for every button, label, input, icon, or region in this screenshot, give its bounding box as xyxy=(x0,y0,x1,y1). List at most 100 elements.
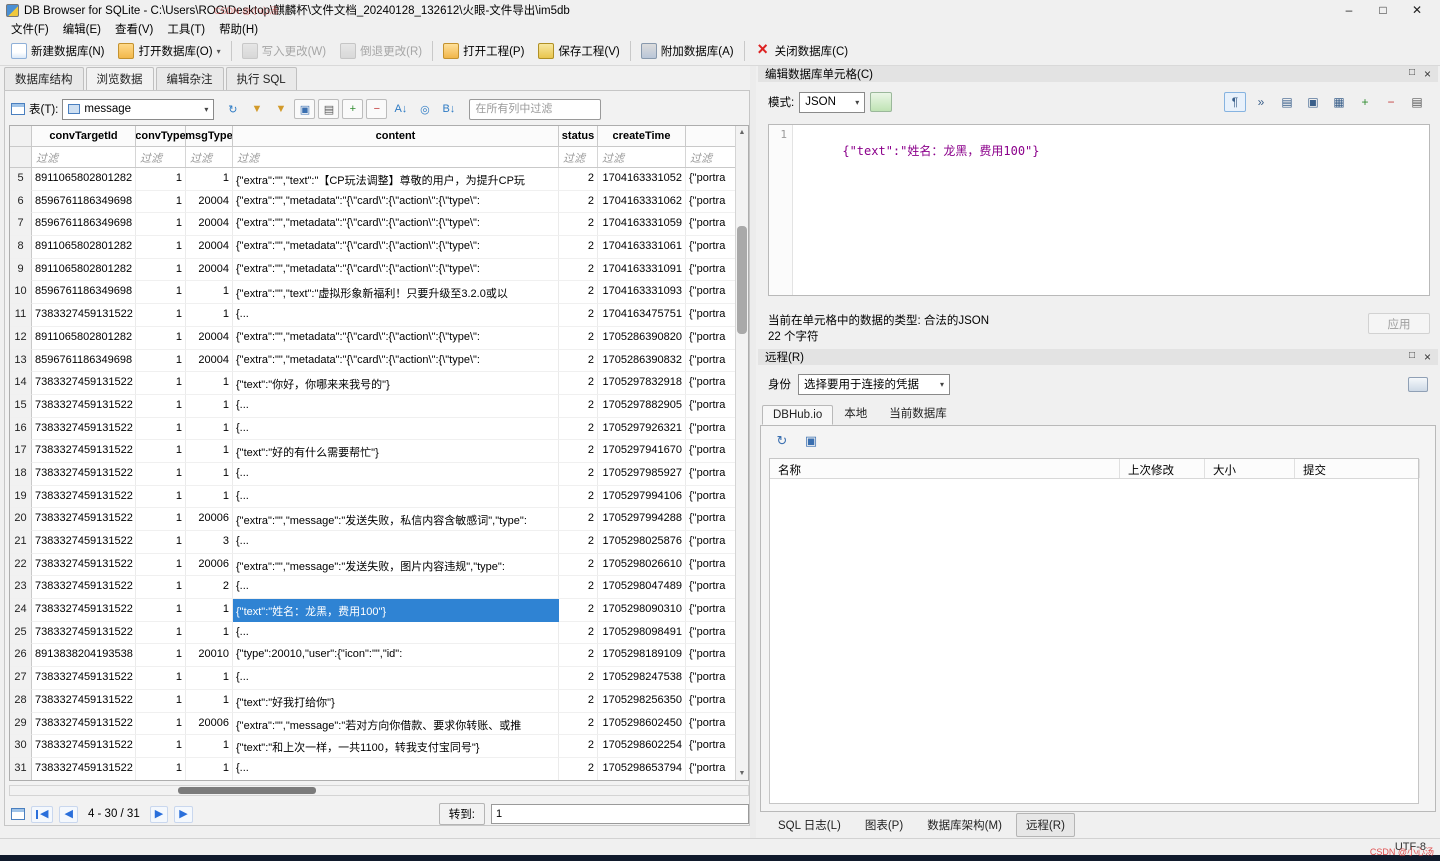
cell-convType[interactable]: 1 xyxy=(136,304,186,327)
cell-convType[interactable]: 1 xyxy=(136,190,186,214)
apply-button[interactable]: 应用 xyxy=(1368,313,1430,334)
cell-extra[interactable]: {"portra xyxy=(686,168,735,191)
cell-convType[interactable]: 1 xyxy=(136,417,186,441)
table-row[interactable]: 28 7383327459131522 1 1 {"text":"好我打给你"} 2 170… xyxy=(10,689,735,713)
attach-database-button[interactable]: 附加数据库(A) xyxy=(634,40,741,62)
sort-desc-icon[interactable]: B↓ xyxy=(438,99,459,119)
cell-convTargetId[interactable]: 7383327459131522 xyxy=(32,599,136,622)
filter-all-input[interactable] xyxy=(469,98,602,120)
cell-convTargetId[interactable]: 8596761186349698 xyxy=(32,281,136,305)
cell-convTargetId[interactable]: 7383327459131522 xyxy=(32,735,136,758)
cell-convTargetId[interactable]: 7383327459131522 xyxy=(32,304,136,327)
dock-tab-remote[interactable]: 远程(R) xyxy=(1015,813,1075,837)
cell-createTime[interactable]: 1705297882905 xyxy=(598,394,686,418)
float-panel-icon[interactable] xyxy=(1409,351,1415,364)
cell-content[interactable]: {... xyxy=(233,485,559,509)
cell-status[interactable]: 2 xyxy=(559,689,598,713)
cell-status[interactable]: 2 xyxy=(559,508,598,531)
refresh-icon[interactable]: ↻ xyxy=(222,99,243,119)
table-row[interactable]: 18 7383327459131522 1 1 {... 2 1705297985927 {"… xyxy=(10,462,735,486)
cell-convType[interactable]: 1 xyxy=(136,712,186,736)
table-row[interactable]: 13 8596761186349698 1 20004 {"extra":"","met… xyxy=(10,349,735,373)
table-row[interactable]: 25 7383327459131522 1 1 {... 2 1705298098491 {"… xyxy=(10,621,735,645)
cell-status[interactable]: 2 xyxy=(559,213,598,237)
cell-msgType[interactable]: 1 xyxy=(186,689,233,713)
cell-content[interactable]: {... xyxy=(233,462,559,486)
cell-status[interactable]: 2 xyxy=(559,304,598,327)
cell-msgType[interactable]: 20004 xyxy=(186,326,233,350)
cell-status[interactable]: 2 xyxy=(559,236,598,259)
scroll-down-icon[interactable] xyxy=(736,767,748,780)
cell-status[interactable]: 2 xyxy=(559,168,598,191)
cell-convTargetId[interactable]: 7383327459131522 xyxy=(32,553,136,577)
cell-convTargetId[interactable]: 7383327459131522 xyxy=(32,531,136,554)
menu-file[interactable]: 文件(F) xyxy=(4,20,56,38)
table-row[interactable]: 19 7383327459131522 1 1 {... 2 1705297994106 {"… xyxy=(10,485,735,509)
cell-status[interactable]: 2 xyxy=(559,190,598,214)
table-row[interactable]: 14 7383327459131522 1 1 {"text":"你好，你哪来来我号的"… xyxy=(10,372,735,395)
table-row[interactable]: 5 8911065802801282 1 1 {"extra":"","text":"【… xyxy=(10,168,735,191)
cell-convTargetId[interactable]: 7383327459131522 xyxy=(32,712,136,736)
cell-convTargetId[interactable]: 8911065802801282 xyxy=(32,326,136,350)
cell-convTargetId[interactable]: 7383327459131522 xyxy=(32,485,136,509)
cell-createTime[interactable]: 1705298098491 xyxy=(598,621,686,645)
cell-convType[interactable]: 1 xyxy=(136,326,186,350)
table-row[interactable]: 17 7383327459131522 1 1 {"text":"好的有什么需要帮忙"}… xyxy=(10,440,735,463)
delete-record-icon[interactable]: − xyxy=(366,99,388,119)
cell-createTime[interactable]: 1705297832918 xyxy=(598,372,686,395)
open-database-button[interactable]: 打开数据库(O) xyxy=(111,40,227,62)
table-row[interactable]: 12 8911065802801282 1 20004 {"extra":"","met… xyxy=(10,326,735,350)
cell-convType[interactable]: 1 xyxy=(136,236,186,259)
copy-cell-icon[interactable]: ▣ xyxy=(1302,92,1324,112)
cell-convType[interactable]: 1 xyxy=(136,508,186,531)
cell-convType[interactable]: 1 xyxy=(136,440,186,463)
column-header-content[interactable]: content xyxy=(233,126,559,146)
cell-extra[interactable]: {"portra xyxy=(686,644,735,668)
cell-status[interactable]: 2 xyxy=(559,281,598,305)
cell-msgType[interactable]: 3 xyxy=(186,531,233,554)
cell-content[interactable]: {... xyxy=(233,576,559,600)
cell-createTime[interactable]: 1705298256350 xyxy=(598,689,686,713)
cell-convTargetId[interactable]: 7383327459131522 xyxy=(32,689,136,713)
cell-convTargetId[interactable]: 8913838204193538 xyxy=(32,644,136,668)
cell-content[interactable]: {"extra":"","metadata":"{\"card\":{\"act… xyxy=(233,258,559,282)
insert-record-icon[interactable]: + xyxy=(342,99,364,119)
cell-status[interactable]: 2 xyxy=(559,644,598,668)
cell-extra[interactable]: {"portra xyxy=(686,667,735,690)
cell-status[interactable]: 2 xyxy=(559,349,598,373)
credentials-icon[interactable] xyxy=(1408,376,1428,392)
filter-input-convTargetId[interactable]: 过滤 xyxy=(32,147,136,167)
table-row[interactable]: 20 7383327459131522 1 20006 {"extra":"","mes… xyxy=(10,508,735,531)
vertical-scrollbar-thumb[interactable] xyxy=(737,226,747,334)
cell-convType[interactable]: 1 xyxy=(136,213,186,237)
clone-database-icon[interactable]: ▣ xyxy=(800,431,822,451)
cell-status[interactable]: 2 xyxy=(559,372,598,395)
cell-convTargetId[interactable]: 7383327459131522 xyxy=(32,508,136,531)
cell-convType[interactable]: 1 xyxy=(136,168,186,191)
cell-msgType[interactable]: 20006 xyxy=(186,508,233,531)
column-header-convType[interactable]: convType xyxy=(136,126,186,146)
horizontal-scrollbar-thumb[interactable] xyxy=(178,787,316,794)
revert-changes-button[interactable]: 倒退更改(R) xyxy=(333,40,429,62)
cell-convTargetId[interactable]: 7383327459131522 xyxy=(32,394,136,418)
cell-convType[interactable]: 1 xyxy=(136,667,186,690)
cell-convTargetId[interactable]: 8911065802801282 xyxy=(32,168,136,191)
remote-tab-dbhub[interactable]: DBHub.io xyxy=(762,405,834,425)
cell-content[interactable]: {"extra":"","metadata":"{\"card\":{\"act… xyxy=(233,236,559,259)
cell-msgType[interactable]: 1 xyxy=(186,281,233,305)
cell-editor[interactable]: 1 {"text":"姓名：龙黑，费用100"} xyxy=(768,124,1430,296)
globe-icon[interactable]: ◎ xyxy=(414,99,435,119)
cell-convType[interactable]: 1 xyxy=(136,349,186,373)
column-header-convTargetId[interactable]: convTargetId xyxy=(32,126,136,146)
remote-tab-local[interactable]: 本地 xyxy=(833,401,878,425)
column-header-createTime[interactable]: createTime xyxy=(598,126,686,146)
new-database-button[interactable]: 新建数据库(N) xyxy=(4,40,111,62)
table-row[interactable]: 8 8911065802801282 1 20004 {"extra":"","meta… xyxy=(10,236,735,259)
table-row[interactable]: 31 7383327459131522 1 1 {... 2 1705298653794 {"… xyxy=(10,757,735,780)
cell-convType[interactable]: 1 xyxy=(136,757,186,780)
filter-input-msgType[interactable]: 过滤 xyxy=(186,147,233,167)
filter-input-extra[interactable]: 过滤 xyxy=(686,147,735,167)
table-row[interactable]: 21 7383327459131522 1 3 {... 2 1705298025876 {"… xyxy=(10,531,735,554)
cell-extra[interactable]: {"portra xyxy=(686,576,735,600)
save-project-button[interactable]: 保存工程(V) xyxy=(531,40,626,62)
